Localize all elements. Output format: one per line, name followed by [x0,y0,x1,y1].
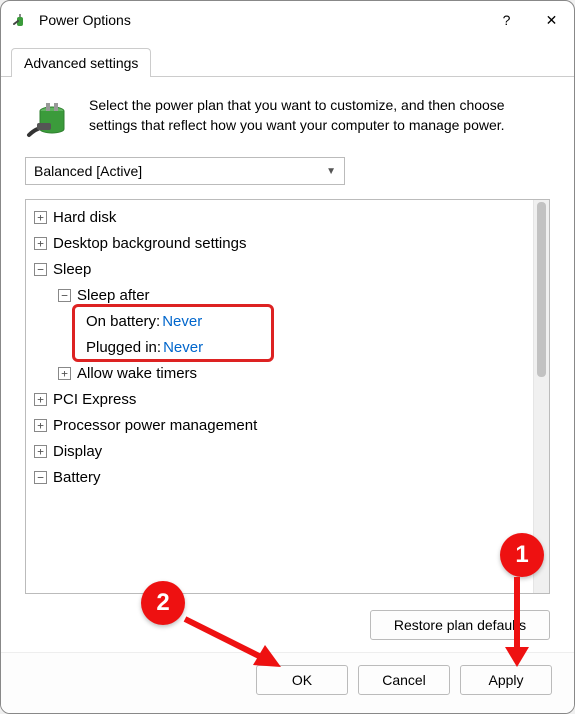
expand-icon[interactable]: + [58,367,71,380]
scrollbar-thumb[interactable] [537,202,546,377]
tree-item-hard-disk[interactable]: + Hard disk [30,204,529,230]
tree-label: Allow wake timers [77,365,197,382]
tree-item-on-battery[interactable]: On battery: Never [30,308,529,334]
expand-icon[interactable]: + [34,393,47,406]
tree-label: Display [53,443,102,460]
collapse-icon[interactable]: − [58,289,71,302]
power-plan-selected-label: Balanced [Active] [34,163,142,179]
expand-icon[interactable]: + [34,237,47,250]
ok-button[interactable]: OK [256,665,348,695]
chevron-down-icon: ▼ [326,166,336,177]
tree-item-plugged-in[interactable]: Plugged in: Never [30,334,529,360]
power-options-icon [11,10,31,30]
tree-item-allow-wake-timers[interactable]: + Allow wake timers [30,360,529,386]
tab-advanced-settings[interactable]: Advanced settings [11,48,151,77]
tree-value[interactable]: Never [162,313,202,330]
restore-row: Restore plan defaults [25,608,550,640]
tree-item-sleep[interactable]: − Sleep [30,256,529,282]
expand-icon[interactable]: + [34,211,47,224]
tree-label: Sleep after [77,287,150,304]
titlebar-actions: ? ✕ [484,1,574,39]
tree-scrollbar[interactable] [533,200,549,593]
tree-item-desktop-bg[interactable]: + Desktop background settings [30,230,529,256]
tab-strip: Advanced settings [1,47,574,77]
power-plan-select[interactable]: Balanced [Active] ▼ [25,157,345,185]
tree-label: Plugged in [86,339,157,356]
tree-label: Processor power management [53,417,257,434]
tree-label: On battery [86,313,156,330]
collapse-icon[interactable]: − [34,471,47,484]
apply-button[interactable]: Apply [460,665,552,695]
dialog-button-bar: OK Cancel Apply [1,652,574,713]
tree-label: Hard disk [53,209,116,226]
restore-defaults-button[interactable]: Restore plan defaults [370,610,550,640]
collapse-icon[interactable]: − [34,263,47,276]
power-plan-icon [25,95,73,143]
intro-text: Select the power plan that you want to c… [89,95,550,136]
tree-item-sleep-after[interactable]: − Sleep after [30,282,529,308]
titlebar: Power Options ? ✕ [1,1,574,39]
tree-label: Battery [53,469,101,486]
tree-label: Desktop background settings [53,235,246,252]
settings-tree[interactable]: + Hard disk + Desktop background setting… [26,200,533,593]
tab-panel: Select the power plan that you want to c… [1,77,574,652]
help-button[interactable]: ? [484,1,529,39]
expand-icon[interactable]: + [34,445,47,458]
tree-item-pci-express[interactable]: + PCI Express [30,386,529,412]
tree-item-battery[interactable]: − Battery [30,464,529,490]
power-options-dialog: Power Options ? ✕ Advanced settings Sele… [0,0,575,714]
intro-row: Select the power plan that you want to c… [25,95,550,143]
expand-icon[interactable]: + [34,419,47,432]
settings-tree-container: + Hard disk + Desktop background setting… [25,199,550,594]
tree-label: Sleep [53,261,91,278]
window-title: Power Options [39,12,484,28]
tree-item-display[interactable]: + Display [30,438,529,464]
tree-label: PCI Express [53,391,136,408]
tree-item-processor-pm[interactable]: + Processor power management [30,412,529,438]
cancel-button[interactable]: Cancel [358,665,450,695]
close-button[interactable]: ✕ [529,1,574,39]
tree-value[interactable]: Never [163,339,203,356]
